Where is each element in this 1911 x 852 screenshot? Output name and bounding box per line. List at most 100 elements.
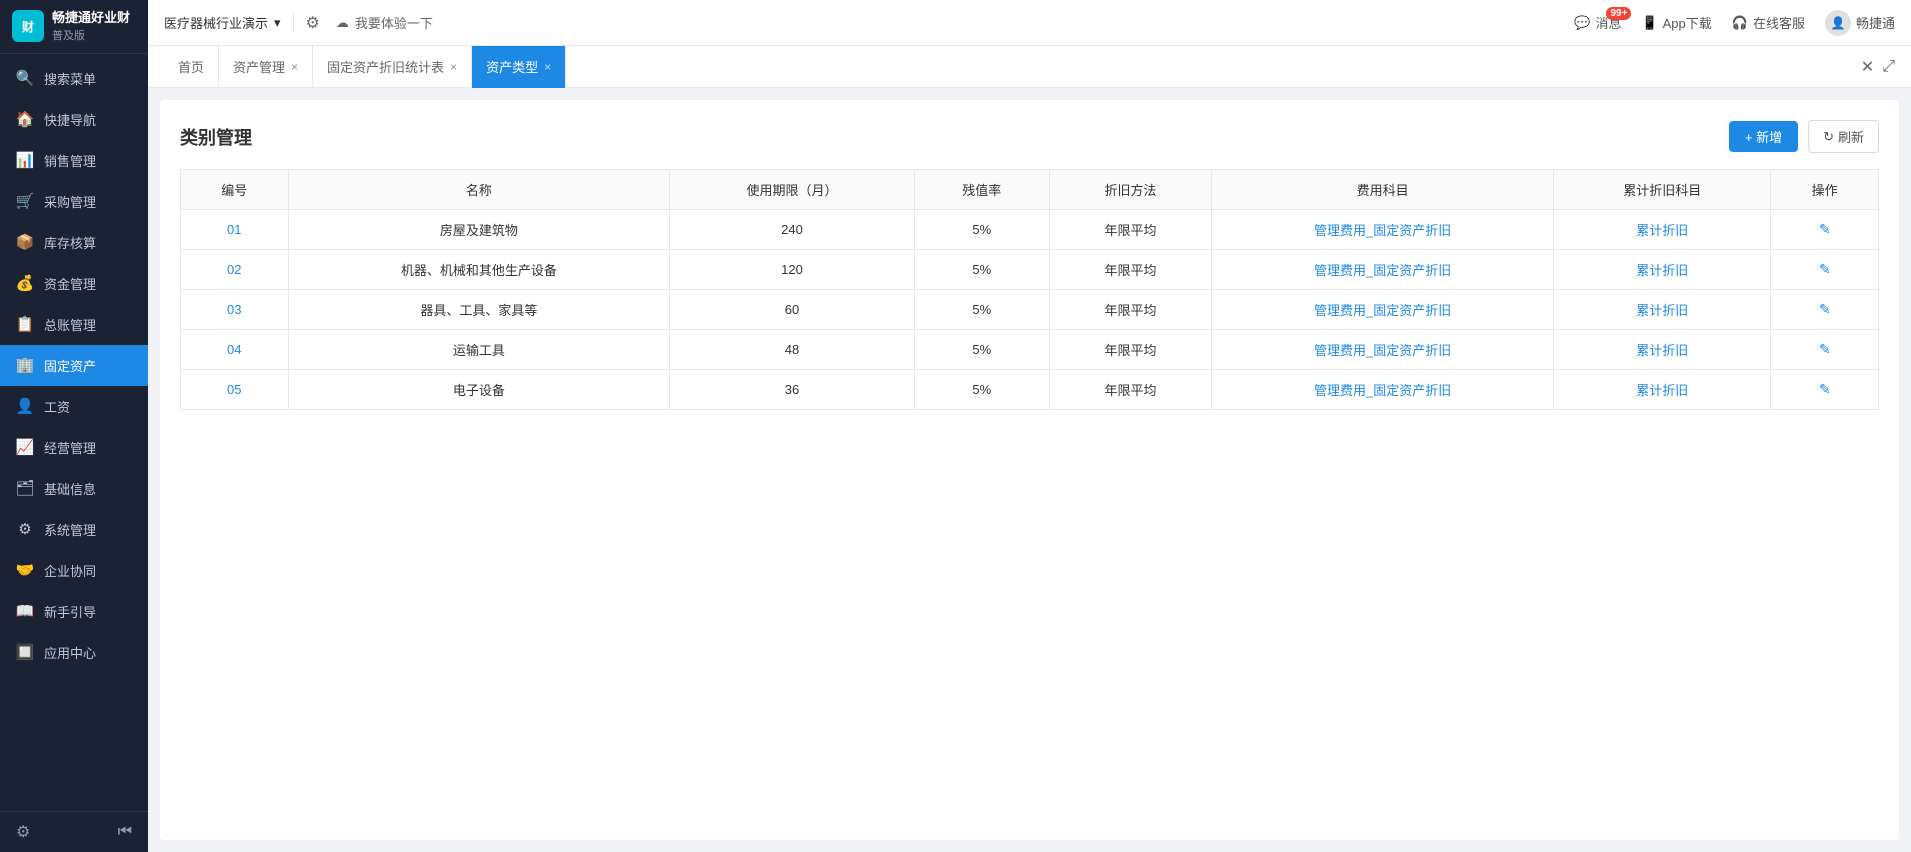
td-2-5[interactable]: 管理费用_固定资产折旧 [1212,290,1554,330]
td-0-1: 房屋及建筑物 [288,210,670,250]
tabbar: 首页资产管理× 固定资产折旧统计表 × 资产类型 × ✕ ⤢ [148,46,1911,88]
sidebar-item-sales[interactable]: 📊 销售管理 [0,140,148,181]
edit-icon-3[interactable]: ✎ [1819,341,1831,357]
sidebar-item-label: 搜索菜单 [44,69,96,88]
refresh-button[interactable]: ↻ 刷新 [1808,120,1879,153]
sidebar-logo: 财 畅捷通好业财 普及版 [0,0,148,54]
sidebar-item-fixed[interactable]: 🏢 固定资产 [0,345,148,386]
cell-link-0-0[interactable]: 01 [227,222,241,237]
tab-2[interactable]: 固定资产折旧统计表 × [313,46,472,88]
sidebar-item-payroll[interactable]: 👤 工资 [0,386,148,427]
sidebar-item-inventory[interactable]: 📦 库存核算 [0,222,148,263]
td-3-1: 运输工具 [288,330,670,370]
th-6: 累计折旧科目 [1554,170,1771,210]
cell-link-3-5[interactable]: 管理费用_固定资产折旧 [1314,343,1451,358]
close-window-icon[interactable]: ✕ [1861,57,1874,77]
experience-btn[interactable]: ☁ 我要体验一下 [336,13,433,32]
cell-link-0-5[interactable]: 管理费用_固定资产折旧 [1314,223,1451,238]
table-row: 03器具、工具、家具等605%年限平均管理费用_固定资产折旧累计折旧✎ [181,290,1879,330]
sidebar-item-collab[interactable]: 🤝 企业协同 [0,550,148,591]
sidebar-item-label: 销售管理 [44,151,96,170]
notifications-btn[interactable]: 💬 消息 99+ [1574,13,1621,32]
tab-close-1[interactable]: × [291,60,298,74]
logo-badge: 普及版 [52,27,130,43]
tab-0[interactable]: 首页 [164,46,219,88]
td-3-0[interactable]: 04 [181,330,289,370]
cell-link-3-0[interactable]: 04 [227,342,241,357]
sidebar-item-base[interactable]: 🗂 基础信息 [0,468,148,509]
tab-3[interactable]: 资产类型 × [472,46,566,88]
cell-link-2-6[interactable]: 累计折旧 [1636,303,1688,318]
td-1-5[interactable]: 管理费用_固定资产折旧 [1212,250,1554,290]
sidebar-item-system[interactable]: ⚙ 系统管理 [0,509,148,550]
expand-window-icon[interactable]: ⤢ [1882,58,1895,76]
tab-1[interactable]: 资产管理× [219,46,313,88]
td-3-6[interactable]: 累计折旧 [1554,330,1771,370]
sidebar-item-purchase[interactable]: 🛒 采购管理 [0,181,148,222]
td-0-6[interactable]: 累计折旧 [1554,210,1771,250]
gear-icon[interactable]: ⚙ [306,13,320,33]
sidebar-item-label: 固定资产 [44,356,96,375]
cell-link-4-5[interactable]: 管理费用_固定资产折旧 [1314,383,1451,398]
sidebar-item-label: 采购管理 [44,192,96,211]
sidebar-item-search[interactable]: 🔍 搜索菜单 [0,58,148,99]
cell-link-2-5[interactable]: 管理费用_固定资产折旧 [1314,303,1451,318]
cell-link-1-6[interactable]: 累计折旧 [1636,263,1688,278]
td-0-5[interactable]: 管理费用_固定资产折旧 [1212,210,1554,250]
cell-link-2-0[interactable]: 03 [227,302,241,317]
td-1-7[interactable]: ✎ [1771,250,1879,290]
sidebar-item-label: 应用中心 [44,643,96,662]
sidebar-footer: ⚙ ⏮ [0,811,148,852]
tab-label-3: 资产类型 [486,57,538,76]
td-2-0[interactable]: 03 [181,290,289,330]
cell-link-3-6[interactable]: 累计折旧 [1636,343,1688,358]
online-service-btn[interactable]: 🎧 在线客服 [1732,13,1805,32]
app-download-btn[interactable]: 📱 App下载 [1641,13,1711,32]
module-selector[interactable]: 医疗器械行业演示 ▾ [164,13,281,32]
settings-icon[interactable]: ⚙ [16,822,30,842]
td-2-3: 5% [914,290,1049,330]
td-0-7[interactable]: ✎ [1771,210,1879,250]
edit-icon-1[interactable]: ✎ [1819,261,1831,277]
td-1-6[interactable]: 累计折旧 [1554,250,1771,290]
user-menu[interactable]: 👤 畅捷通 [1825,10,1895,36]
edit-icon-0[interactable]: ✎ [1819,221,1831,237]
td-2-4: 年限平均 [1049,290,1211,330]
collapse-icon[interactable]: ⏮ [118,823,132,841]
sidebar-item-capital[interactable]: 💰 资金管理 [0,263,148,304]
table-row: 05电子设备365%年限平均管理费用_固定资产折旧累计折旧✎ [181,370,1879,410]
td-3-5[interactable]: 管理费用_固定资产折旧 [1212,330,1554,370]
edit-icon-2[interactable]: ✎ [1819,301,1831,317]
cell-link-4-0[interactable]: 05 [227,382,241,397]
td-4-0[interactable]: 05 [181,370,289,410]
td-3-7[interactable]: ✎ [1771,330,1879,370]
tab-close-2[interactable]: × [450,60,457,74]
collab-icon: 🤝 [16,561,34,579]
sidebar-item-ledger[interactable]: 📋 总账管理 [0,304,148,345]
sidebar-item-operations[interactable]: 📈 经营管理 [0,427,148,468]
sidebar-item-apps[interactable]: 🔲 应用中心 [0,632,148,673]
cell-link-1-5[interactable]: 管理费用_固定资产折旧 [1314,263,1451,278]
tab-close-3[interactable]: × [544,60,551,74]
guide-icon: 📖 [16,602,34,620]
td-2-7[interactable]: ✎ [1771,290,1879,330]
sidebar-item-label: 企业协同 [44,561,96,580]
edit-icon-4[interactable]: ✎ [1819,381,1831,397]
sidebar-item-guide[interactable]: 📖 新手引导 [0,591,148,632]
cell-link-0-6[interactable]: 累计折旧 [1636,223,1688,238]
td-4-7[interactable]: ✎ [1771,370,1879,410]
new-button[interactable]: + 新增 [1729,121,1798,152]
td-4-3: 5% [914,370,1049,410]
td-1-0[interactable]: 02 [181,250,289,290]
td-2-6[interactable]: 累计折旧 [1554,290,1771,330]
td-4-5[interactable]: 管理费用_固定资产折旧 [1212,370,1554,410]
cell-link-1-0[interactable]: 02 [227,262,241,277]
purchase-icon: 🛒 [16,192,34,210]
apps-icon: 🔲 [16,643,34,661]
td-4-6[interactable]: 累计折旧 [1554,370,1771,410]
cell-link-4-6[interactable]: 累计折旧 [1636,383,1688,398]
tab-label-2: 固定资产折旧统计表 [327,57,444,76]
td-2-1: 器具、工具、家具等 [288,290,670,330]
sidebar-item-quicknav[interactable]: 🏠 快捷导航 [0,99,148,140]
td-0-0[interactable]: 01 [181,210,289,250]
